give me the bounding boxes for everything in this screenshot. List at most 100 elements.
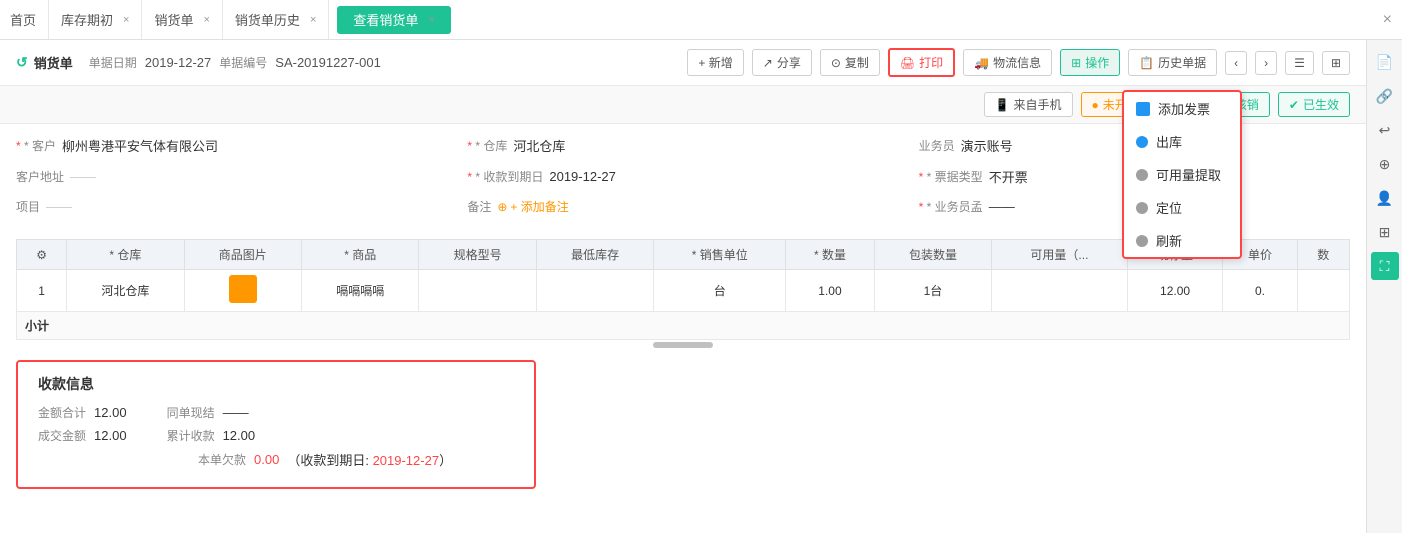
- tab-sales-order[interactable]: 销货单 ×: [142, 0, 222, 39]
- doc-header: ↺ 销货单 单据日期 2019-12-27 单据编号 SA-20191227-0…: [0, 40, 1366, 86]
- col-available: 可用量（...: [992, 240, 1128, 270]
- address-field: 客户地址 ——: [16, 168, 447, 185]
- deal-label: 成交金额: [38, 427, 86, 444]
- from-phone-button[interactable]: 📱 来自手机: [984, 92, 1073, 117]
- tab-inventory-init[interactable]: 库存期初 ×: [49, 0, 142, 39]
- logistics-icon: 🚚: [974, 56, 989, 70]
- sidebar-plus-icon[interactable]: ⊕: [1371, 150, 1399, 178]
- history-button[interactable]: 📋 历史单据: [1128, 49, 1217, 76]
- sidebar-user-icon[interactable]: 👤: [1371, 184, 1399, 212]
- ops-icon: ⊞: [1071, 56, 1081, 70]
- tab-close-sales[interactable]: ×: [203, 14, 209, 26]
- project-value: ——: [46, 199, 72, 214]
- cumulative-item: 累计收款 12.00: [167, 427, 256, 444]
- copy-button[interactable]: ⊙ 复制: [820, 49, 880, 76]
- tab-close-view[interactable]: ×: [428, 14, 434, 26]
- invoice-label: * 票据类型: [927, 170, 983, 184]
- operations-dropdown: 添加发票 出库 可用量提取 定位 刷新: [1122, 90, 1242, 259]
- add-icon: ⊕: [497, 200, 507, 214]
- copy-icon: ⊙: [831, 56, 841, 70]
- tab-close-inventory[interactable]: ×: [123, 14, 129, 26]
- subtotal-row: 小计: [17, 312, 1350, 340]
- invoice-icon: ●: [1092, 98, 1099, 112]
- gear-icon: ⚙: [36, 248, 47, 262]
- prev-button[interactable]: ‹: [1225, 51, 1247, 75]
- locate-icon: [1136, 202, 1148, 214]
- total-label: 金额合计: [38, 404, 86, 421]
- window-close-button[interactable]: ×: [1383, 11, 1392, 29]
- row-extra: [1297, 270, 1349, 312]
- staff-label: 业务员: [919, 137, 955, 154]
- row-price: 0.: [1223, 270, 1297, 312]
- sidebar-return-icon[interactable]: ↩: [1371, 116, 1399, 144]
- payment-row-2: 成交金额 12.00 累计收款 12.00: [38, 427, 514, 444]
- project-field: 项目 ——: [16, 198, 447, 215]
- row-warehouse: 河北仓库: [67, 270, 184, 312]
- logistics-button[interactable]: 🚚 物流信息: [963, 49, 1052, 76]
- col-unit: * 销售单位: [654, 240, 786, 270]
- total-value: 12.00: [94, 405, 127, 420]
- row-spec: [419, 270, 536, 312]
- row-product-name: 嗝嗝嗝嗝: [302, 270, 419, 312]
- col-img: 商品图片: [184, 240, 301, 270]
- quantity-pick-icon: [1136, 169, 1148, 181]
- due-date-label: * 收款到期日: [475, 170, 543, 184]
- date-value: 2019-12-27: [145, 55, 212, 70]
- due-date-value: 2019-12-27: [549, 169, 616, 184]
- same-order-label: 同单现结: [167, 404, 215, 421]
- add-note-button[interactable]: ⊕ + 添加备注: [497, 198, 568, 215]
- share-icon: ↗: [763, 56, 773, 70]
- note-field: 备注 ⊕ + 添加备注: [467, 198, 898, 215]
- tab-sales-history[interactable]: 销货单历史 ×: [223, 0, 329, 39]
- next-button[interactable]: ›: [1255, 51, 1277, 75]
- same-order-settle-item: 同单现结 ——: [167, 404, 249, 421]
- grid-view-button[interactable]: ⊞: [1322, 51, 1350, 75]
- table-row: 1 河北仓库 嗝嗝嗝嗝 台 1.00 1台 12: [17, 270, 1350, 312]
- outbound-icon: [1136, 136, 1148, 148]
- payment-box: 收款信息 金额合计 12.00 同单现结 —— 成交金额 12.00: [16, 360, 536, 489]
- operations-button[interactable]: ⊞ 操作: [1060, 49, 1120, 76]
- outbound-item[interactable]: 出库: [1124, 125, 1240, 158]
- note-label: 备注: [467, 198, 491, 215]
- list-view-button[interactable]: ☰: [1285, 51, 1314, 75]
- number-value: SA-20191227-001: [275, 55, 381, 70]
- horizontal-scrollbar[interactable]: [653, 342, 713, 348]
- payment-title: 收款信息: [38, 374, 514, 394]
- debt-value: 0.00: [254, 452, 279, 467]
- doc-actions: + 新增 ↗ 分享 ⊙ 复制 🖨 打印 🚚 物流信: [687, 48, 1350, 77]
- refresh-item[interactable]: 刷新: [1124, 224, 1240, 257]
- tab-bar: 首页 库存期初 × 销货单 × 销货单历史 × 查看销货单 × ×: [0, 0, 1402, 40]
- print-button[interactable]: 🖨 打印: [888, 48, 955, 77]
- sidebar-expand-icon[interactable]: ⛶: [1371, 252, 1399, 280]
- subtotal-label: 小计: [17, 312, 1350, 340]
- doc-meta: 单据日期 2019-12-27 单据编号 SA-20191227-001: [89, 54, 381, 71]
- same-order-value: ——: [223, 405, 249, 420]
- effective-icon: ✔: [1289, 98, 1299, 112]
- col-gear[interactable]: ⚙: [17, 240, 67, 270]
- cumulative-value: 12.00: [223, 428, 256, 443]
- quantity-pick-item[interactable]: 可用量提取: [1124, 158, 1240, 191]
- locate-item[interactable]: 定位: [1124, 191, 1240, 224]
- sidebar-link-icon[interactable]: 🔗: [1371, 82, 1399, 110]
- add-invoice-item[interactable]: 添加发票: [1124, 92, 1240, 125]
- tab-home[interactable]: 首页: [10, 0, 49, 39]
- doc-type-icon: ↺: [16, 54, 28, 71]
- col-warehouse: * 仓库: [67, 240, 184, 270]
- staff-value: 演示账号: [961, 136, 1013, 155]
- sidebar-grid-icon[interactable]: ⊞: [1371, 218, 1399, 246]
- tab-close-history[interactable]: ×: [310, 14, 316, 26]
- product-image: [229, 275, 257, 303]
- salesman-value: ——: [989, 199, 1015, 214]
- project-label: 项目: [16, 198, 40, 215]
- row-index: 1: [17, 270, 67, 312]
- debt-extra: （收款到期日: 2019-12-27）: [287, 450, 452, 469]
- warehouse-field: * * 仓库 河北仓库: [467, 136, 898, 155]
- row-min-stock: [536, 270, 653, 312]
- address-value: ——: [70, 169, 96, 184]
- share-button[interactable]: ↗ 分享: [752, 49, 812, 76]
- tab-view-sales[interactable]: 查看销货单 ×: [337, 6, 450, 34]
- new-button[interactable]: + 新增: [687, 49, 743, 76]
- sidebar-doc-icon[interactable]: 📄: [1371, 48, 1399, 76]
- effective-button[interactable]: ✔ 已生效: [1278, 92, 1350, 117]
- history-icon: 📋: [1139, 56, 1154, 70]
